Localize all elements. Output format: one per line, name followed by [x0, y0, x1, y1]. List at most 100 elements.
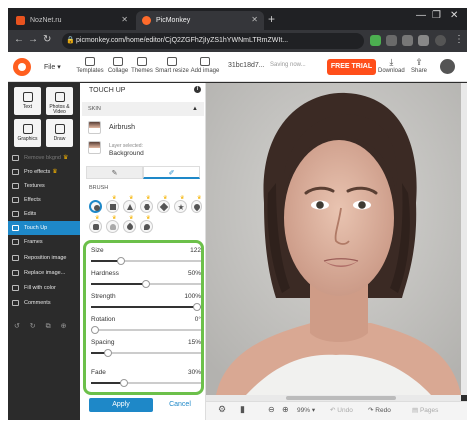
- back-icon[interactable]: ←: [14, 34, 24, 45]
- reload-icon[interactable]: ↻: [43, 34, 51, 45]
- slider-track[interactable]: [91, 280, 201, 288]
- scrollbar-thumb[interactable]: [286, 396, 396, 400]
- crown-icon: ♛: [129, 195, 134, 201]
- spacing-slider[interactable]: Spacing 15%: [91, 339, 201, 359]
- extension-icon[interactable]: [418, 35, 429, 46]
- vertical-scrollbar[interactable]: [461, 83, 467, 395]
- close-tab-icon[interactable]: ✕: [251, 15, 258, 24]
- extension-icon[interactable]: [386, 35, 397, 46]
- slider-track[interactable]: [91, 303, 201, 311]
- slider-track[interactable]: [91, 257, 201, 265]
- crown-icon: ♛: [95, 215, 100, 221]
- sidebar-item-effects[interactable]: Effects: [8, 193, 80, 207]
- sidebar-item-pro-effects[interactable]: Pro effects ♛: [8, 165, 80, 179]
- slider-handle[interactable]: [116, 257, 125, 265]
- info-icon[interactable]: i: [194, 86, 201, 93]
- close-window-button[interactable]: ✕: [450, 10, 458, 21]
- slider-track[interactable]: [91, 349, 201, 357]
- rotation-slider[interactable]: Rotation 0°: [91, 316, 201, 336]
- browser-menu-icon[interactable]: ⋮: [454, 34, 464, 45]
- brush-shape-flame[interactable]: ♛: [140, 215, 153, 233]
- slider-track[interactable]: [91, 326, 201, 334]
- fade-slider[interactable]: Fade 30%: [91, 369, 201, 389]
- sidebar-item-textures[interactable]: Textures: [8, 179, 80, 193]
- apply-button[interactable]: Apply: [89, 398, 153, 412]
- slider-track[interactable]: [91, 379, 201, 387]
- close-tab-icon[interactable]: ✕: [121, 15, 128, 24]
- slider-handle[interactable]: [91, 326, 99, 334]
- brush-shape-drop[interactable]: ♛: [123, 215, 136, 233]
- text-icon: [23, 92, 33, 102]
- picmonkey-logo-icon[interactable]: [13, 58, 31, 76]
- sidebar-item-touch-up[interactable]: Touch Up: [8, 221, 80, 235]
- size-slider[interactable]: Size 122: [91, 247, 201, 267]
- triangle-icon: [127, 204, 133, 210]
- smart-resize-button[interactable]: Smart resize: [155, 57, 189, 74]
- tab-picmonkey[interactable]: PicMonkey ✕: [136, 11, 264, 30]
- sidebar-item-frames[interactable]: Frames: [8, 235, 80, 249]
- slider-handle[interactable]: [193, 303, 201, 311]
- slider-handle[interactable]: [142, 280, 150, 288]
- minimize-button[interactable]: —: [416, 10, 426, 21]
- resize-icon: [167, 57, 177, 66]
- hardness-slider[interactable]: Hardness 50%: [91, 270, 201, 290]
- pro-effects-icon: [12, 169, 19, 175]
- sidebar-item-reposition-image[interactable]: Reposition image: [8, 251, 80, 265]
- url-field[interactable]: 🔒 picmonkey.com/home/editor/CjQ2ZGFhZjIy…: [62, 33, 364, 49]
- extension-icon[interactable]: [370, 35, 381, 46]
- maximize-button[interactable]: ❐: [432, 10, 441, 21]
- templates-button[interactable]: Templates: [76, 57, 104, 74]
- new-tab-button[interactable]: +: [268, 12, 275, 26]
- sidebar-item-edits[interactable]: Edits: [8, 207, 80, 221]
- crown-icon: ♛: [63, 155, 69, 161]
- layers-icon[interactable]: ▮: [240, 404, 245, 415]
- share-button[interactable]: ⇪ Share: [411, 57, 427, 74]
- free-trial-button[interactable]: FREE TRIAL: [327, 59, 376, 75]
- undo-button[interactable]: ↶ Undo: [330, 406, 353, 414]
- download-button[interactable]: ⤓ Download: [378, 57, 405, 74]
- brush-shape-triangle[interactable]: ♛: [123, 195, 136, 213]
- graphics-icon: [23, 124, 33, 134]
- brush-shape-star[interactable]: ♛: [174, 195, 187, 213]
- document-name[interactable]: 31bc18d7...: [228, 62, 265, 69]
- settings-icon[interactable]: ⚙: [218, 404, 226, 415]
- zoom-out-icon[interactable]: ⊖: [268, 405, 275, 414]
- brush-shape-square[interactable]: ♛: [106, 195, 119, 213]
- sidebar-item-remove-bkgnd[interactable]: Remove bkgnd ♛: [8, 151, 80, 165]
- pages-button[interactable]: ▤ Pages: [412, 406, 438, 414]
- sidebar-item-fill-with-color[interactable]: Fill with color: [8, 281, 80, 295]
- brush-shape-splat[interactable]: ♛: [89, 215, 102, 233]
- sidebar-item-replace-image[interactable]: Replace image...: [8, 266, 80, 280]
- avatar[interactable]: [440, 59, 455, 74]
- tab-paint-mode[interactable]: ✐: [143, 166, 200, 179]
- brush-shape-heart[interactable]: ♛: [191, 195, 202, 213]
- tab-erase-mode[interactable]: ✎: [86, 166, 143, 179]
- brush-shape-circle[interactable]: [89, 200, 102, 213]
- brush-shape-hexagon[interactable]: ♛: [140, 195, 153, 213]
- sidebar-item-comments[interactable]: Comments: [8, 296, 80, 310]
- strength-slider[interactable]: Strength 100%: [91, 293, 201, 313]
- sidebar-tile-text[interactable]: Text: [14, 87, 41, 115]
- sidebar-tile-photos[interactable]: Photos & Video: [46, 87, 73, 115]
- add-image-button[interactable]: Add image: [189, 57, 221, 74]
- sidebar-tile-graphics[interactable]: Graphics: [14, 119, 41, 147]
- cancel-button[interactable]: Cancel: [160, 398, 200, 412]
- brush-shape-diamond[interactable]: ♛: [157, 195, 170, 213]
- file-menu[interactable]: File ▾: [44, 63, 61, 71]
- forward-icon[interactable]: →: [28, 34, 38, 45]
- skin-section-header[interactable]: SKIN ▲: [82, 102, 204, 116]
- redo-button[interactable]: ↷ Redo: [368, 406, 391, 414]
- editor-canvas[interactable]: [206, 83, 467, 395]
- sidebar-tile-draw[interactable]: Draw: [46, 119, 73, 147]
- slider-handle[interactable]: [103, 349, 112, 357]
- zoom-level[interactable]: 99% ▾: [297, 406, 315, 414]
- extension-icon[interactable]: [402, 35, 413, 46]
- profile-avatar-icon[interactable]: [435, 35, 446, 46]
- undo-redo-toolbar[interactable]: ↺ ↻ ⧉ ⊕: [14, 322, 70, 331]
- tab-noznet[interactable]: NozNet.ru ✕: [10, 11, 134, 30]
- panel-title: TOUCH UP: [89, 87, 126, 94]
- themes-button[interactable]: Themes: [128, 57, 156, 74]
- brush-shape-cloud[interactable]: ♛: [106, 215, 119, 233]
- slider-handle[interactable]: [120, 379, 128, 387]
- zoom-in-icon[interactable]: ⊕: [282, 405, 289, 414]
